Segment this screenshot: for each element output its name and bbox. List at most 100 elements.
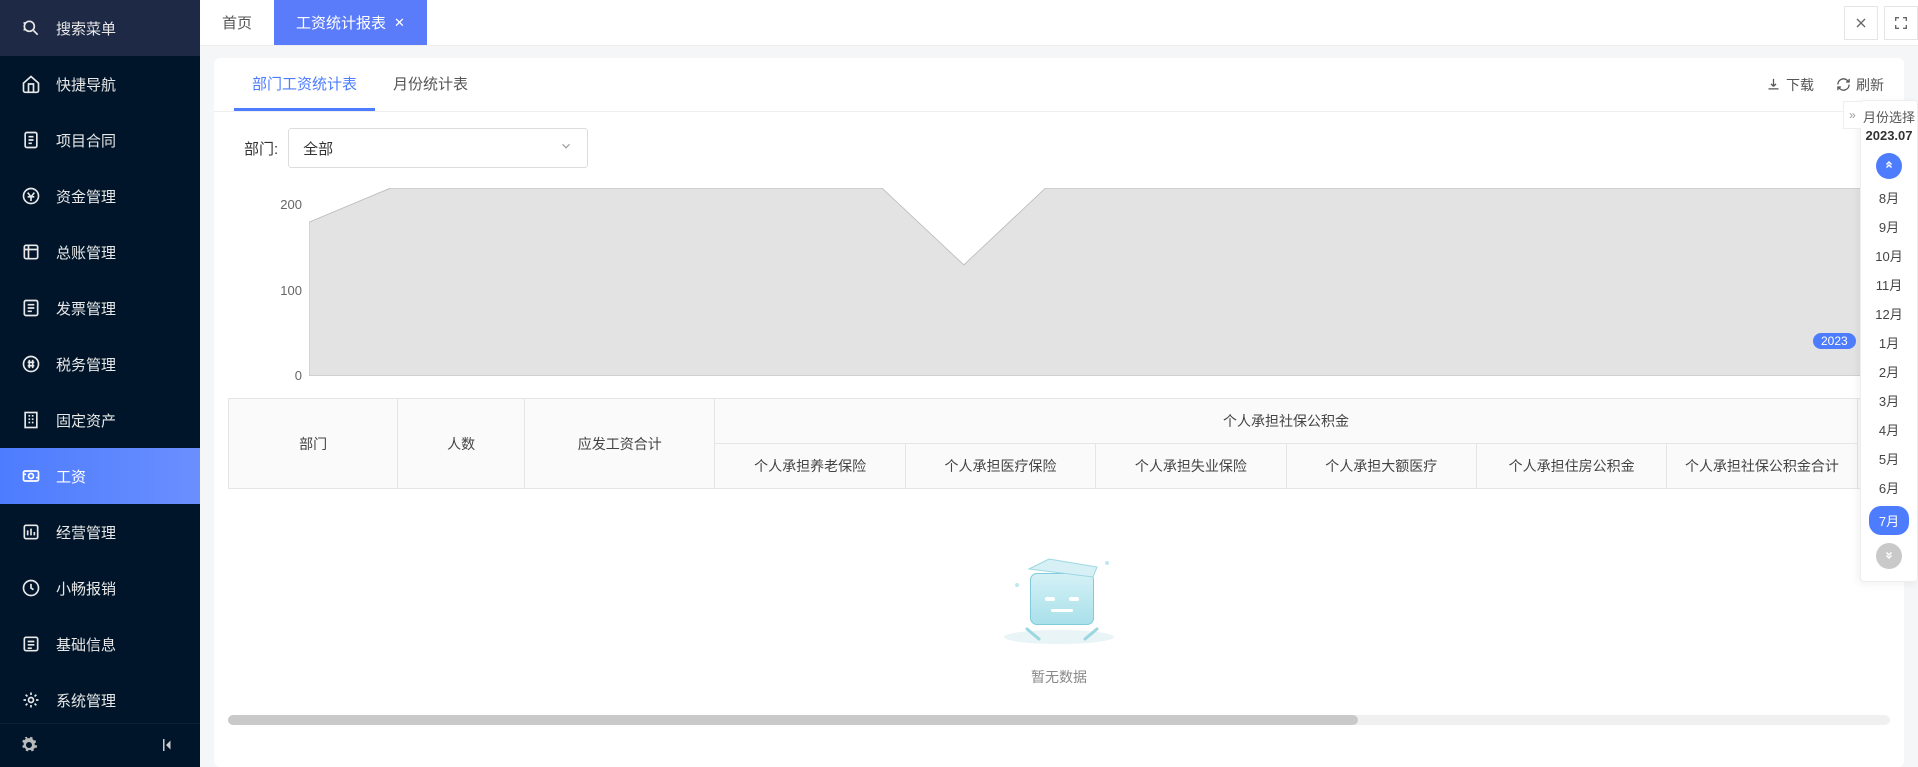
month-option-9月[interactable]: 9月 xyxy=(1861,212,1917,241)
sidebar-item-label: 固定资产 xyxy=(56,410,116,431)
sidebar-item-1[interactable]: 快捷导航 xyxy=(0,56,200,112)
doc-icon xyxy=(20,129,42,151)
invoice-icon xyxy=(20,297,42,319)
month-option-3月[interactable]: 3月 xyxy=(1861,386,1917,415)
download-button[interactable]: 下载 xyxy=(1766,75,1814,95)
chevron-down-icon xyxy=(559,139,573,157)
month-option-1月[interactable]: 1月2023 xyxy=(1861,328,1917,357)
month-option-10月[interactable]: 10月 xyxy=(1861,241,1917,270)
month-picker-current: 2023.07 xyxy=(1866,128,1913,143)
horizontal-scrollbar[interactable] xyxy=(228,715,1890,725)
dept-select-value: 全部 xyxy=(303,138,333,159)
month-option-5月[interactable]: 5月 xyxy=(1861,444,1917,473)
sidebar-item-11[interactable]: 基础信息 xyxy=(0,616,200,672)
collapse-sidebar-icon[interactable] xyxy=(160,736,180,756)
download-label: 下载 xyxy=(1786,75,1814,95)
th-group-personal: 个人承担社保公积金 xyxy=(715,399,1857,444)
y-tick-label: 0 xyxy=(264,368,302,383)
month-option-4月[interactable]: 4月 xyxy=(1861,415,1917,444)
table-scroll[interactable]: 部门 人数 应发工资合计 个人承担社保公积金 公司承担 个人承担养老保险个人承担… xyxy=(228,398,1890,489)
sidebar: 搜索菜单快捷导航项目合同资金管理总账管理发票管理税务管理固定资产工资经营管理小畅… xyxy=(0,0,200,767)
month-option-2月[interactable]: 2月 xyxy=(1861,357,1917,386)
main: 首页 工资统计报表 ✕ 部门工资统计表月份统计表 下载 xyxy=(200,0,1918,767)
search-icon xyxy=(20,17,42,39)
month-option-6月[interactable]: 6月 xyxy=(1861,473,1917,502)
tab-1[interactable]: 工资统计报表 ✕ xyxy=(274,0,427,45)
sidebar-footer xyxy=(0,723,200,767)
sidebar-item-0[interactable]: 搜索菜单 xyxy=(0,0,200,56)
dept-select[interactable]: 全部 xyxy=(288,128,588,168)
sidebar-item-label: 总账管理 xyxy=(56,242,116,263)
sidebar-item-5[interactable]: 发票管理 xyxy=(0,280,200,336)
th-sub-0: 个人承担养老保险 xyxy=(715,444,905,489)
tab-0[interactable]: 首页 xyxy=(200,0,274,45)
empty-state: 暂无数据 xyxy=(214,489,1904,707)
info-icon xyxy=(20,633,42,655)
th-sub-2: 个人承担失业保险 xyxy=(1096,444,1286,489)
month-picker-collapse[interactable]: » xyxy=(1843,101,1861,129)
sidebar-item-3[interactable]: 资金管理 xyxy=(0,168,200,224)
sidebar-item-label: 项目合同 xyxy=(56,130,116,151)
sidebar-item-label: 快捷导航 xyxy=(56,74,116,95)
tab-label: 首页 xyxy=(222,12,252,33)
salary-table: 部门 人数 应发工资合计 个人承担社保公积金 公司承担 个人承担养老保险个人承担… xyxy=(228,398,1890,489)
month-next-button[interactable] xyxy=(1876,543,1902,569)
money-icon xyxy=(20,185,42,207)
sidebar-item-2[interactable]: 项目合同 xyxy=(0,112,200,168)
sidebar-item-4[interactable]: 总账管理 xyxy=(0,224,200,280)
sub-tab-1[interactable]: 月份统计表 xyxy=(375,58,486,111)
salary-icon xyxy=(20,465,42,487)
month-option-12月[interactable]: 12月 xyxy=(1861,299,1917,328)
y-tick-label: 100 xyxy=(264,283,302,298)
th-gross: 应发工资合计 xyxy=(525,399,715,489)
sidebar-item-7[interactable]: 固定资产 xyxy=(0,392,200,448)
month-picker-title: 月份选择 xyxy=(1863,107,1915,126)
sidebar-item-label: 基础信息 xyxy=(56,634,116,655)
sidebar-item-6[interactable]: 税务管理 xyxy=(0,336,200,392)
sidebar-item-label: 小畅报销 xyxy=(56,578,116,599)
sub-tab-0[interactable]: 部门工资统计表 xyxy=(234,58,375,111)
building-icon xyxy=(20,409,42,431)
chart: 0 100 200 xyxy=(244,178,1874,388)
th-sub-1: 个人承担医疗保险 xyxy=(905,444,1095,489)
filter-row: 部门: 全部 xyxy=(214,112,1904,168)
y-tick-label: 200 xyxy=(264,197,302,212)
sidebar-item-label: 搜索菜单 xyxy=(56,18,116,39)
empty-text: 暂无数据 xyxy=(1031,667,1087,687)
sidebar-item-10[interactable]: 小畅报销 xyxy=(0,560,200,616)
content-card: 部门工资统计表月份统计表 下载 刷新 部门: 全部 xyxy=(214,58,1904,767)
month-prev-button[interactable] xyxy=(1876,153,1902,179)
close-icon[interactable]: ✕ xyxy=(394,15,405,31)
home-icon xyxy=(20,73,42,95)
system-icon xyxy=(20,689,42,711)
th-sub-3: 个人承担大额医疗 xyxy=(1286,444,1476,489)
reimburse-icon xyxy=(20,577,42,599)
sidebar-item-9[interactable]: 经营管理 xyxy=(0,504,200,560)
sidebar-item-label: 系统管理 xyxy=(56,690,116,711)
refresh-button[interactable]: 刷新 xyxy=(1836,75,1884,95)
sidebar-item-label: 经营管理 xyxy=(56,522,116,543)
fullscreen-button[interactable] xyxy=(1884,6,1918,40)
sidebar-item-label: 发票管理 xyxy=(56,298,116,319)
biz-icon xyxy=(20,521,42,543)
tab-label: 工资统计报表 xyxy=(296,12,386,33)
month-option-11月[interactable]: 11月 xyxy=(1861,270,1917,299)
sidebar-item-label: 税务管理 xyxy=(56,354,116,375)
th-dept: 部门 xyxy=(229,399,398,489)
tab-bar: 首页 工资统计报表 ✕ xyxy=(200,0,1918,46)
tax-icon xyxy=(20,353,42,375)
ledger-icon xyxy=(20,241,42,263)
th-count: 人数 xyxy=(398,399,525,489)
sidebar-item-8[interactable]: 工资 xyxy=(0,448,200,504)
month-picker: » 月份选择 2023.07 8月9月10月11月12月1月20232月3月4月… xyxy=(1860,100,1918,582)
sidebar-item-label: 工资 xyxy=(56,466,86,487)
month-option-7月[interactable]: 7月 xyxy=(1869,506,1909,535)
sidebar-item-label: 资金管理 xyxy=(56,186,116,207)
sub-tab-bar: 部门工资统计表月份统计表 下载 刷新 xyxy=(214,58,1904,112)
sidebar-item-12[interactable]: 系统管理 xyxy=(0,672,200,723)
gear-icon[interactable] xyxy=(20,736,40,756)
close-all-tabs-button[interactable] xyxy=(1844,6,1878,40)
month-option-8月[interactable]: 8月 xyxy=(1861,183,1917,212)
dept-filter-label: 部门: xyxy=(244,138,278,159)
empty-illustration-icon xyxy=(989,529,1129,649)
